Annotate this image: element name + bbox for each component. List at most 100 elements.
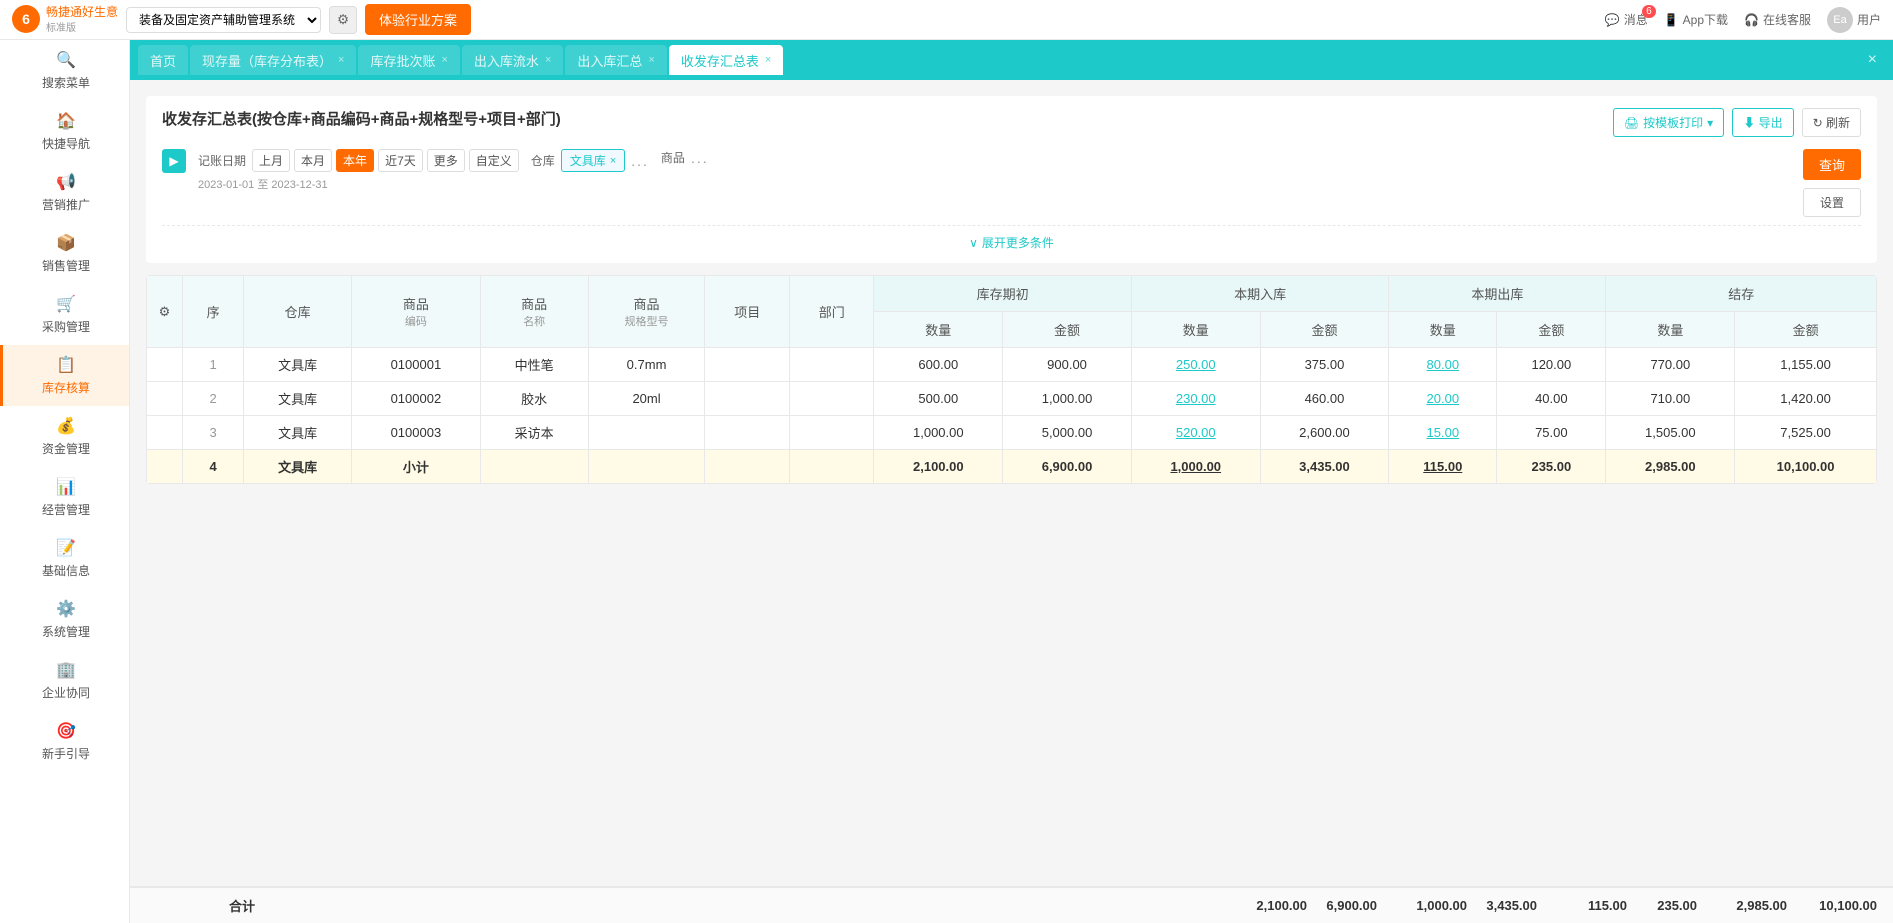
footer-total-out-amt: 235.00 (1627, 898, 1707, 913)
product-ellipsis[interactable]: ... (691, 150, 709, 166)
date-btn-this-year[interactable]: 本年 (336, 149, 374, 172)
sidebar-item-enterprise[interactable]: 🏢 企业协同 (0, 650, 129, 711)
sidebar-item-quick-nav[interactable]: 🏠 快捷导航 (0, 101, 129, 162)
sidebar-item-search[interactable]: 🔍 搜索菜单 (0, 40, 129, 101)
sidebar-item-guide-label: 新手引导 (42, 745, 90, 762)
sidebar-item-operations[interactable]: 📊 经营管理 (0, 467, 129, 528)
tab-collect-summary-close[interactable]: × (765, 54, 771, 66)
sidebar-item-enterprise-label: 企业协同 (42, 684, 90, 701)
table-settings-button[interactable]: 设置 (1803, 188, 1861, 217)
date-btn-this-month[interactable]: 本月 (294, 149, 332, 172)
row-1-out-qty[interactable]: 80.00 (1389, 348, 1497, 382)
refresh-button[interactable]: ↻ 刷新 (1802, 108, 1861, 137)
user-item[interactable]: Ea 用户 (1827, 7, 1881, 33)
date-btn-last-month[interactable]: 上月 (252, 149, 290, 172)
row-1-dept (789, 348, 874, 382)
logo-icon: 6 (12, 5, 40, 33)
row-3-warehouse: 文具库 (244, 416, 352, 450)
date-filter-row: 记账日期 上月 本月 本年 近7天 更多 自定义 (198, 149, 519, 172)
warehouse-label: 仓库 (531, 152, 555, 169)
row-3-bal-amt: 7,525.00 (1735, 416, 1877, 450)
system-icon: ⚙️ (56, 599, 76, 619)
sidebar-item-guide[interactable]: 🎯 新手引导 (0, 711, 129, 772)
trial-button[interactable]: 体验行业方案 (365, 4, 471, 35)
tab-in-out-flow[interactable]: 出入库流水 × (462, 45, 563, 75)
row-1-in-qty[interactable]: 250.00 (1131, 348, 1260, 382)
footer-total-label: 合计 (212, 896, 272, 915)
date-btn-more[interactable]: 更多 (427, 149, 465, 172)
tab-batch-ledger[interactable]: 库存批次账 × (358, 45, 459, 75)
row-2-in-amt: 460.00 (1260, 382, 1389, 416)
th-product-code: 商品编码 (352, 276, 481, 348)
headset-icon: 🎧 (1744, 13, 1759, 27)
row-2-dept (789, 382, 874, 416)
tab-inventory-dist[interactable]: 现存量（库存分布表） × (190, 45, 356, 75)
row-2-in-qty[interactable]: 230.00 (1131, 382, 1260, 416)
sidebar-item-finance-label: 资金管理 (42, 440, 90, 457)
app-download-item[interactable]: 📱 App下载 (1664, 11, 1728, 28)
th-in-qty: 数量 (1131, 312, 1260, 348)
subtotal-in-qty[interactable]: 1,000.00 (1131, 450, 1260, 484)
date-label: 记账日期 (198, 152, 246, 169)
column-settings-icon[interactable]: ⚙ (159, 304, 171, 319)
row-2-out-qty[interactable]: 20.00 (1389, 382, 1497, 416)
logo-text-area: 畅捷通好生意 标准版 (46, 5, 118, 34)
subtotal-warehouse: 文具库 (244, 450, 352, 484)
sidebar-item-marketing[interactable]: 📢 营销推广 (0, 162, 129, 223)
row-3-project (705, 416, 790, 450)
tab-in-out-summary[interactable]: 出入库汇总 × (565, 45, 666, 75)
row-1-init-qty: 600.00 (874, 348, 1003, 382)
tab-collect-summary[interactable]: 收发存汇总表 × (669, 45, 783, 75)
tab-in-out-flow-close[interactable]: × (545, 54, 551, 66)
row-3-out-qty[interactable]: 15.00 (1389, 416, 1497, 450)
tab-in-out-summary-close[interactable]: × (648, 54, 654, 66)
tab-inventory-dist-close[interactable]: × (338, 54, 344, 66)
expand-section: ∨ 展开更多条件 (162, 225, 1861, 251)
sidebar-item-system[interactable]: ⚙️ 系统管理 (0, 589, 129, 650)
row-1-init-amt: 900.00 (1003, 348, 1132, 382)
sidebar-item-inventory[interactable]: 📋 库存核算 (0, 345, 129, 406)
row-1-project (705, 348, 790, 382)
th-settings: ⚙ (147, 276, 183, 348)
row-2-out-amt: 40.00 (1497, 382, 1606, 416)
chevron-down-icon-expand: ∨ (969, 236, 978, 250)
sidebar-item-sales[interactable]: 📦 销售管理 (0, 223, 129, 284)
row-1-no: 1 (183, 348, 244, 382)
notification-item[interactable]: 💬 消息 6 (1605, 11, 1648, 28)
product-filter: 商品 ... (661, 149, 709, 166)
subtotal-project (705, 450, 790, 484)
warehouse-tag-close[interactable]: × (610, 155, 616, 167)
query-button[interactable]: 查询 (1803, 149, 1861, 180)
row-3-dept (789, 416, 874, 450)
warehouse-filter: 仓库 文具库 × ... (531, 149, 649, 172)
date-buttons: 上月 本月 本年 近7天 更多 自定义 (252, 149, 519, 172)
subtotal-out-qty[interactable]: 115.00 (1389, 450, 1497, 484)
date-btn-custom[interactable]: 自定义 (469, 149, 519, 172)
tab-batch-ledger-close[interactable]: × (441, 54, 447, 66)
date-btn-7days[interactable]: 近7天 (378, 149, 423, 172)
system-select[interactable]: 装备及固定资产辅助管理系统 (126, 7, 321, 33)
print-button-label: 按模板打印 (1643, 114, 1703, 131)
warehouse-ellipsis[interactable]: ... (631, 153, 649, 169)
table-row: 1 文具库 0100001 中性笔 0.7mm 600.00 900.00 25… (147, 348, 1877, 382)
sidebar-item-purchase[interactable]: 🛒 采购管理 (0, 284, 129, 345)
sidebar-item-finance[interactable]: 💰 资金管理 (0, 406, 129, 467)
print-button[interactable]: 🖨 按模板打印 ▾ (1613, 108, 1724, 137)
home-icon: 🏠 (56, 111, 76, 131)
table-row: 3 文具库 0100003 采访本 1,000.00 5,000.00 520.… (147, 416, 1877, 450)
finance-icon: 💰 (56, 416, 76, 436)
row-3-in-qty[interactable]: 520.00 (1131, 416, 1260, 450)
expand-button[interactable]: ∨ 展开更多条件 (969, 234, 1054, 251)
top-bar-right: 💬 消息 6 📱 App下载 🎧 在线客服 Ea 用户 (1605, 7, 1881, 33)
tab-home[interactable]: 首页 (138, 45, 188, 75)
th-group-init: 库存期初 (874, 276, 1131, 312)
online-service-item[interactable]: 🎧 在线客服 (1744, 11, 1811, 28)
sidebar-item-basic[interactable]: 📝 基础信息 (0, 528, 129, 589)
enterprise-icon: 🏢 (56, 660, 76, 680)
marketing-icon: 📢 (56, 172, 76, 192)
settings-button[interactable]: ⚙ (329, 6, 357, 34)
row-2-no: 2 (183, 382, 244, 416)
close-all-tabs[interactable]: × (1860, 51, 1885, 69)
collapse-arrow[interactable]: ▶ (162, 149, 186, 173)
export-button[interactable]: ⬇ 导出 (1732, 108, 1793, 137)
